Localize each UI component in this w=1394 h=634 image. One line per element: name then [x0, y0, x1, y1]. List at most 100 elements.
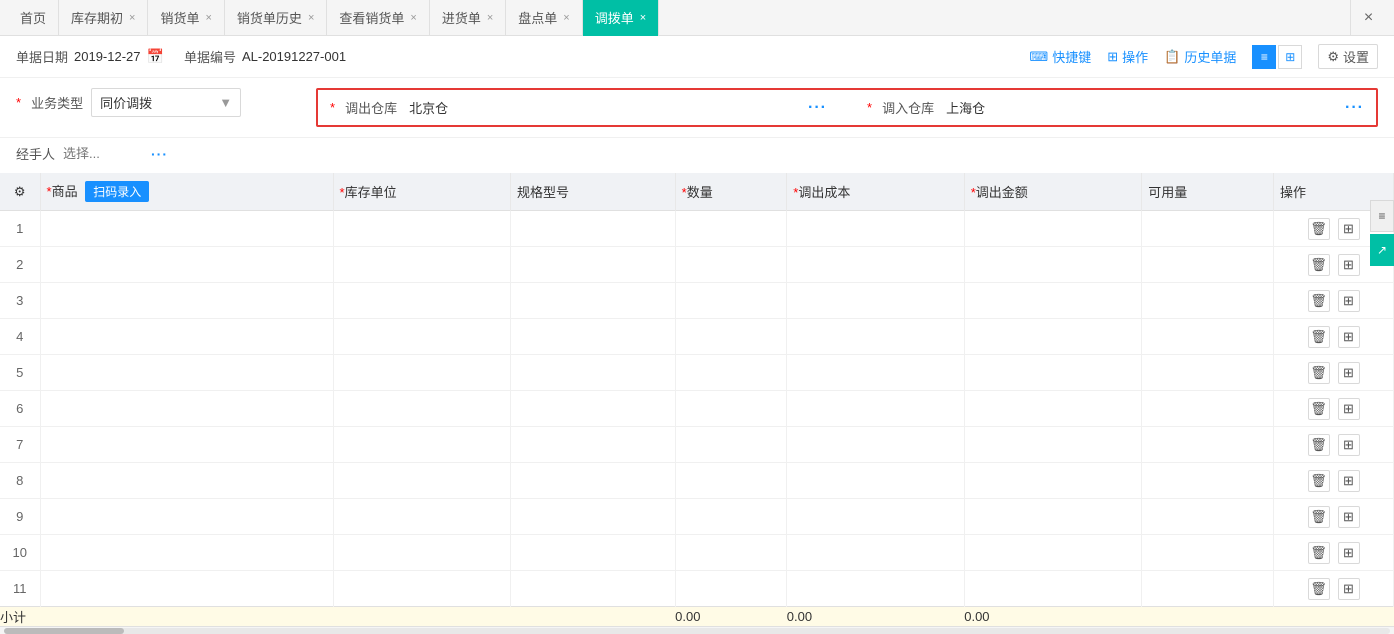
copy-row-btn[interactable]: ⊞: [1338, 326, 1360, 348]
warehouse-in-more-btn[interactable]: ···: [1345, 99, 1364, 117]
row-product[interactable]: [40, 427, 333, 463]
row-qty[interactable]: [675, 211, 787, 247]
row-unit[interactable]: [333, 211, 510, 247]
row-spec[interactable]: [510, 535, 675, 571]
tab-view-sales-close[interactable]: ×: [410, 12, 416, 24]
row-available[interactable]: [1142, 391, 1274, 427]
row-spec[interactable]: [510, 319, 675, 355]
row-available[interactable]: [1142, 355, 1274, 391]
row-amount[interactable]: [964, 283, 1141, 319]
row-cost[interactable]: [787, 427, 964, 463]
row-qty[interactable]: [675, 283, 787, 319]
row-cost[interactable]: [787, 463, 964, 499]
copy-row-btn[interactable]: ⊞: [1338, 290, 1360, 312]
row-unit[interactable]: [333, 355, 510, 391]
row-spec[interactable]: [510, 571, 675, 607]
float-expand-btn[interactable]: ↗: [1370, 234, 1394, 266]
copy-row-btn[interactable]: ⊞: [1338, 254, 1360, 276]
calendar-icon[interactable]: 📅: [147, 48, 164, 65]
row-qty[interactable]: [675, 355, 787, 391]
tab-transfer[interactable]: 调拨单 ×: [583, 0, 659, 36]
row-product[interactable]: [40, 283, 333, 319]
delete-row-btn[interactable]: 🗑: [1308, 542, 1330, 564]
row-qty[interactable]: [675, 247, 787, 283]
row-unit[interactable]: [333, 319, 510, 355]
copy-row-btn[interactable]: ⊞: [1338, 470, 1360, 492]
copy-row-btn[interactable]: ⊞: [1338, 218, 1360, 240]
row-qty[interactable]: [675, 391, 787, 427]
tab-purchase[interactable]: 进货单 ×: [430, 0, 506, 36]
copy-row-btn[interactable]: ⊞: [1338, 506, 1360, 528]
delete-row-btn[interactable]: 🗑: [1308, 578, 1330, 600]
row-amount[interactable]: [964, 427, 1141, 463]
row-amount[interactable]: [964, 319, 1141, 355]
row-spec[interactable]: [510, 283, 675, 319]
tab-inventory-init-close[interactable]: ×: [129, 12, 135, 24]
row-qty[interactable]: [675, 319, 787, 355]
warehouse-out-more-btn[interactable]: ···: [808, 99, 827, 117]
layout-btn-grid[interactable]: ⊞: [1278, 45, 1302, 69]
biz-type-select[interactable]: 同价调拨 ▼: [91, 88, 241, 117]
handler-input[interactable]: [63, 146, 143, 161]
tab-sales-order-close[interactable]: ×: [205, 12, 211, 24]
delete-row-btn[interactable]: 🗑: [1308, 218, 1330, 240]
row-amount[interactable]: [964, 391, 1141, 427]
tab-purchase-close[interactable]: ×: [487, 12, 493, 24]
row-spec[interactable]: [510, 499, 675, 535]
row-spec[interactable]: [510, 211, 675, 247]
row-unit[interactable]: [333, 571, 510, 607]
row-product[interactable]: [40, 499, 333, 535]
row-cost[interactable]: [787, 355, 964, 391]
delete-row-btn[interactable]: 🗑: [1308, 470, 1330, 492]
row-available[interactable]: [1142, 499, 1274, 535]
tab-stocktake[interactable]: 盘点单 ×: [506, 0, 582, 36]
float-list-btn[interactable]: ≡: [1370, 200, 1394, 232]
row-amount[interactable]: [964, 499, 1141, 535]
row-amount[interactable]: [964, 463, 1141, 499]
row-amount[interactable]: [964, 247, 1141, 283]
ops-btn[interactable]: ⊞ 操作: [1107, 47, 1148, 66]
copy-row-btn[interactable]: ⊞: [1338, 542, 1360, 564]
row-product[interactable]: [40, 319, 333, 355]
row-spec[interactable]: [510, 463, 675, 499]
row-cost[interactable]: [787, 211, 964, 247]
row-qty[interactable]: [675, 427, 787, 463]
row-product[interactable]: [40, 535, 333, 571]
shortcut-btn[interactable]: ⌨ 快捷键: [1029, 47, 1091, 66]
row-spec[interactable]: [510, 355, 675, 391]
row-unit[interactable]: [333, 283, 510, 319]
row-amount[interactable]: [964, 571, 1141, 607]
row-available[interactable]: [1142, 463, 1274, 499]
layout-btn-list[interactable]: ≡: [1252, 45, 1276, 69]
row-cost[interactable]: [787, 535, 964, 571]
tab-sales-history[interactable]: 销货单历史 ×: [225, 0, 327, 36]
delete-row-btn[interactable]: 🗑: [1308, 398, 1330, 420]
row-unit[interactable]: [333, 427, 510, 463]
delete-row-btn[interactable]: 🗑: [1308, 254, 1330, 276]
row-available[interactable]: [1142, 427, 1274, 463]
row-product[interactable]: [40, 463, 333, 499]
horizontal-scrollbar[interactable]: [0, 626, 1394, 634]
row-cost[interactable]: [787, 283, 964, 319]
copy-row-btn[interactable]: ⊞: [1338, 578, 1360, 600]
row-unit[interactable]: [333, 247, 510, 283]
row-amount[interactable]: [964, 211, 1141, 247]
settings-btn[interactable]: ⚙ 设置: [1318, 44, 1378, 69]
row-unit[interactable]: [333, 391, 510, 427]
tab-view-sales[interactable]: 查看销货单 ×: [327, 0, 429, 36]
scrollbar-thumb[interactable]: [4, 628, 124, 634]
row-available[interactable]: [1142, 319, 1274, 355]
row-available[interactable]: [1142, 535, 1274, 571]
row-available[interactable]: [1142, 283, 1274, 319]
row-product[interactable]: [40, 391, 333, 427]
delete-row-btn[interactable]: 🗑: [1308, 326, 1330, 348]
row-unit[interactable]: [333, 499, 510, 535]
tab-transfer-close[interactable]: ×: [640, 12, 646, 24]
row-unit[interactable]: [333, 535, 510, 571]
copy-row-btn[interactable]: ⊞: [1338, 398, 1360, 420]
row-amount[interactable]: [964, 355, 1141, 391]
delete-row-btn[interactable]: 🗑: [1308, 362, 1330, 384]
row-qty[interactable]: [675, 571, 787, 607]
row-cost[interactable]: [787, 571, 964, 607]
row-qty[interactable]: [675, 463, 787, 499]
